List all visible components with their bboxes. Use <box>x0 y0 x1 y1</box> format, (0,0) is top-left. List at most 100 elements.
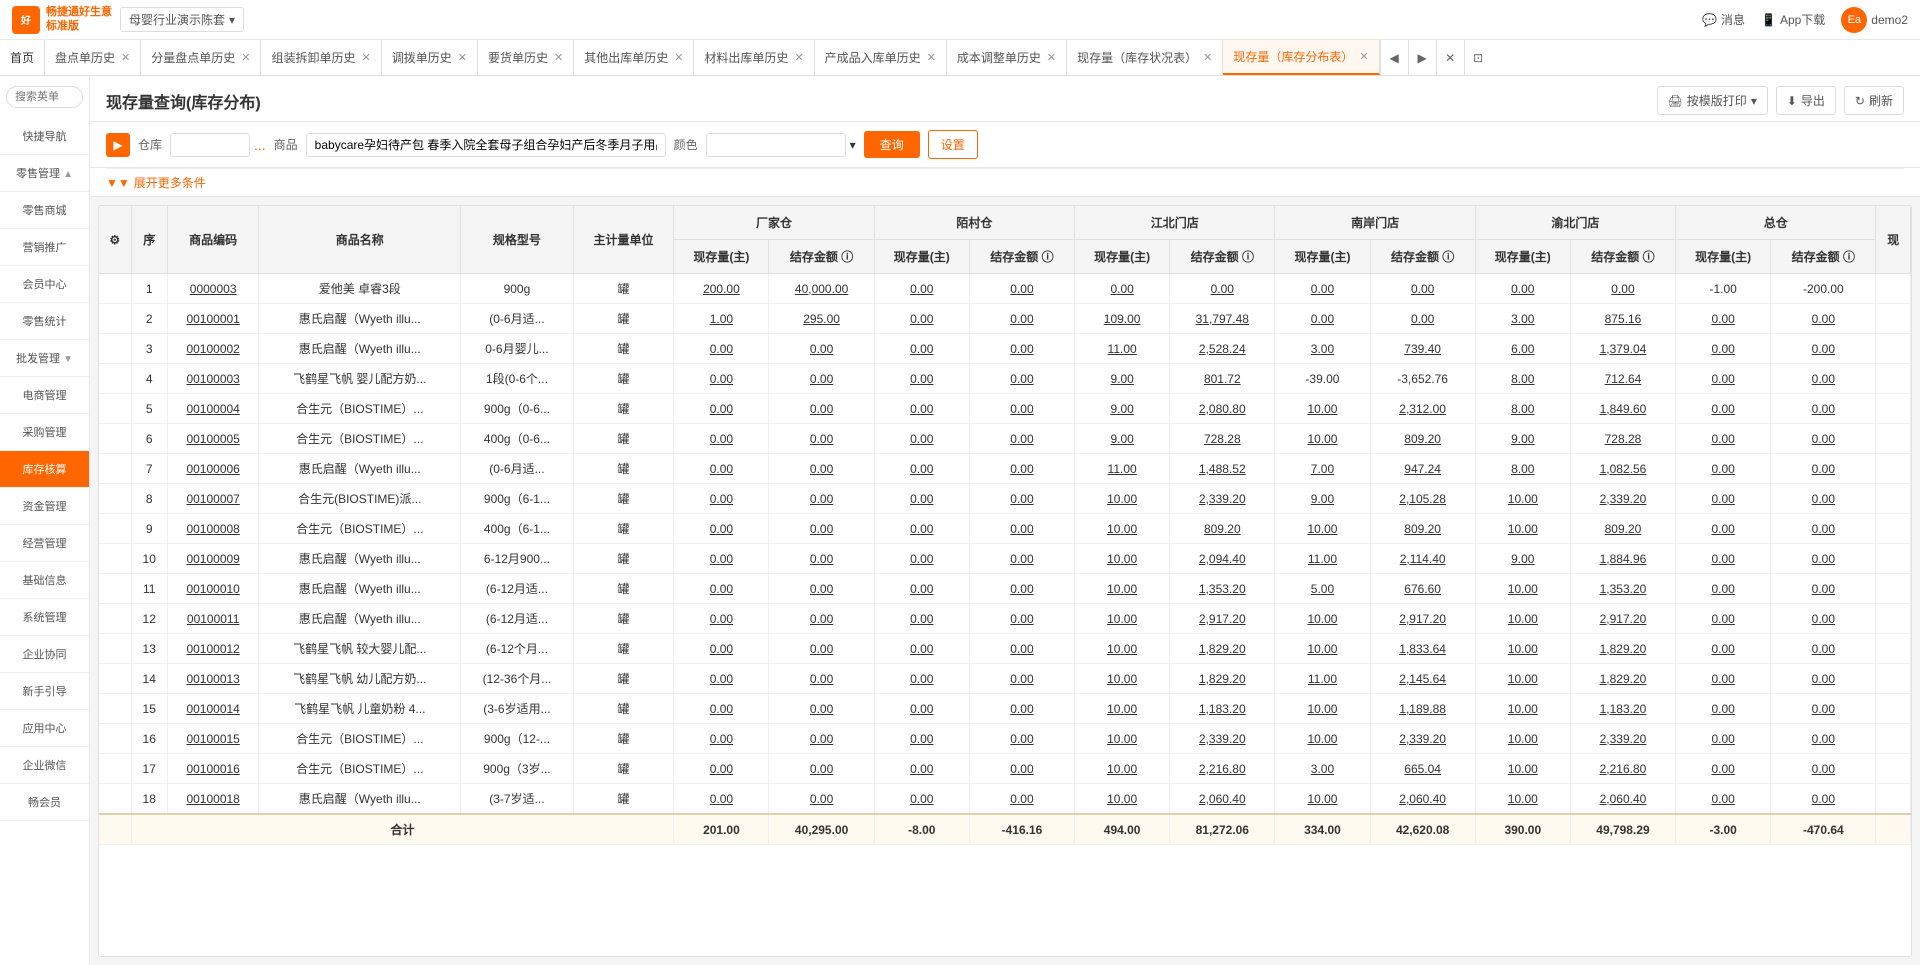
table-cell-value[interactable]: 0.00 <box>969 334 1074 364</box>
table-cell[interactable]: 00100003 <box>167 364 259 394</box>
sidebar-item-marketing[interactable]: 营销推广 <box>0 229 89 266</box>
table-cell-value[interactable]: 0.00 <box>874 454 969 484</box>
sidebar-item-retail-stats[interactable]: 零售统计 <box>0 303 89 340</box>
table-cell-value[interactable]: 0.00 <box>769 334 874 364</box>
search-btn[interactable]: 查询 <box>864 131 920 158</box>
table-cell-value[interactable]: 0.00 <box>674 514 769 544</box>
tab-prev-btn[interactable]: ◀ <box>1380 40 1408 75</box>
table-cell-value[interactable]: 0.00 <box>1676 604 1771 634</box>
table-cell-value[interactable]: 0.00 <box>769 604 874 634</box>
table-cell-value[interactable]: 0.00 <box>874 514 969 544</box>
table-cell[interactable]: 00100002 <box>167 334 259 364</box>
print-btn[interactable]: 🖨 按模版打印 ▾ <box>1657 86 1768 115</box>
table-cell-value[interactable]: 0.00 <box>969 634 1074 664</box>
table-cell-value[interactable]: 2,060.40 <box>1170 784 1275 815</box>
table-cell-value[interactable]: 0.00 <box>1075 274 1170 304</box>
tab-close-icon[interactable]: ✕ <box>927 51 936 64</box>
table-cell-value[interactable]: 1,829.20 <box>1170 664 1275 694</box>
table-cell-value[interactable]: 10.00 <box>1075 664 1170 694</box>
table-cell-value[interactable]: 0.00 <box>969 694 1074 724</box>
table-cell-value[interactable]: 0.00 <box>769 424 874 454</box>
table-cell-value[interactable]: 1,189.88 <box>1370 694 1475 724</box>
table-cell-value[interactable]: 10.00 <box>1075 634 1170 664</box>
table-cell-value[interactable]: 31,797.48 <box>1170 304 1275 334</box>
sidebar-item-ecommerce[interactable]: 电商管理 <box>0 377 89 414</box>
table-cell-value[interactable]: 0.00 <box>1771 304 1876 334</box>
table-cell-value[interactable]: 0.00 <box>874 784 969 815</box>
table-cell-value[interactable]: 0.00 <box>969 784 1074 815</box>
expand-conditions[interactable]: ▼▼ 展开更多条件 <box>106 168 1904 196</box>
table-cell-value[interactable]: 8.00 <box>1475 364 1570 394</box>
table-cell-value[interactable]: 0.00 <box>1771 544 1876 574</box>
table-cell-value[interactable]: 0.00 <box>1570 274 1675 304</box>
table-cell[interactable]: 00100011 <box>167 604 259 634</box>
col-settings-header[interactable]: ⚙ <box>99 206 131 274</box>
table-cell-value[interactable]: 2,917.20 <box>1370 604 1475 634</box>
export-btn[interactable]: ⬇ 导出 <box>1776 86 1836 115</box>
table-cell[interactable]: 00100013 <box>167 664 259 694</box>
table-cell-value[interactable]: 0.00 <box>969 664 1074 694</box>
table-cell-value[interactable]: 0.00 <box>769 454 874 484</box>
table-cell-value[interactable]: 2,145.64 <box>1370 664 1475 694</box>
table-cell-value[interactable]: 0.00 <box>674 394 769 424</box>
table-cell-value[interactable]: 0.00 <box>1771 424 1876 454</box>
table-cell-value[interactable]: 10.00 <box>1275 724 1370 754</box>
table-cell-value[interactable]: 665.04 <box>1370 754 1475 784</box>
table-cell-value[interactable]: 2,917.20 <box>1170 604 1275 634</box>
table-cell[interactable]: 00100001 <box>167 304 259 334</box>
table-cell-value[interactable]: 0.00 <box>674 574 769 604</box>
table-cell-value[interactable]: 2,060.40 <box>1570 784 1675 815</box>
table-cell-value[interactable]: 2,339.20 <box>1570 484 1675 514</box>
tab-combine[interactable]: 组装拆卸单历史 ✕ <box>261 40 381 75</box>
table-cell-value[interactable]: 0.00 <box>874 334 969 364</box>
sidebar-item-stock[interactable]: 库存核算 <box>0 451 89 488</box>
table-cell-value[interactable]: 1,833.64 <box>1370 634 1475 664</box>
table-cell-value[interactable]: 0.00 <box>674 784 769 815</box>
table-cell-value[interactable]: 0.00 <box>674 694 769 724</box>
table-cell-value[interactable]: 40,000.00 <box>769 274 874 304</box>
table-cell-value[interactable]: 0.00 <box>969 454 1074 484</box>
table-cell[interactable]: 00100006 <box>167 454 259 484</box>
table-cell-value[interactable]: 10.00 <box>1275 424 1370 454</box>
sidebar-item-base-info[interactable]: 基础信息 <box>0 562 89 599</box>
table-cell-value[interactable]: 10.00 <box>1075 604 1170 634</box>
table-cell-value[interactable]: 0.00 <box>1170 274 1275 304</box>
table-cell[interactable]: 00100015 <box>167 724 259 754</box>
table-cell-value[interactable]: 2,339.20 <box>1370 724 1475 754</box>
table-cell-value[interactable]: 0.00 <box>674 604 769 634</box>
table-cell-value[interactable]: 1,829.20 <box>1570 634 1675 664</box>
sidebar-item-wholesale[interactable]: 批发管理 ▼ <box>0 340 89 377</box>
table-cell-value[interactable]: 2,339.20 <box>1170 484 1275 514</box>
sidebar-item-retail-mall[interactable]: 零售商城 <box>0 192 89 229</box>
table-cell-value[interactable]: 0.00 <box>769 484 874 514</box>
table-cell-value[interactable]: 0.00 <box>874 754 969 784</box>
table-cell-value[interactable]: 0.00 <box>969 364 1074 394</box>
table-cell-value[interactable]: 0.00 <box>969 424 1074 454</box>
table-cell[interactable]: 00100007 <box>167 484 259 514</box>
table-cell-value[interactable]: 10.00 <box>1275 784 1370 815</box>
table-cell-value[interactable]: 10.00 <box>1275 634 1370 664</box>
table-cell-value[interactable]: 0.00 <box>874 574 969 604</box>
table-cell-value[interactable]: 9.00 <box>1075 364 1170 394</box>
table-cell-value[interactable]: 10.00 <box>1275 694 1370 724</box>
warehouse-ellipsis[interactable]: ... <box>254 137 266 153</box>
table-cell-value[interactable]: 0.00 <box>1771 634 1876 664</box>
table-cell-value[interactable]: 0.00 <box>874 274 969 304</box>
sidebar-item-enterprise-wechat[interactable]: 企业微信 <box>0 747 89 784</box>
table-cell-value[interactable]: 0.00 <box>1771 694 1876 724</box>
table-cell[interactable]: 00100012 <box>167 634 259 664</box>
table-cell-value[interactable]: 10.00 <box>1075 754 1170 784</box>
table-cell-value[interactable]: 0.00 <box>674 454 769 484</box>
setting-btn[interactable]: 设置 <box>928 130 978 159</box>
tab-inv-part[interactable]: 分量盘点单历史 ✕ <box>141 40 261 75</box>
table-cell-value[interactable]: 11.00 <box>1075 454 1170 484</box>
table-cell-value[interactable]: 295.00 <box>769 304 874 334</box>
table-cell-value[interactable]: 0.00 <box>1275 304 1370 334</box>
table-cell-value[interactable]: 0.00 <box>1771 604 1876 634</box>
table-cell-value[interactable]: 2,917.20 <box>1570 604 1675 634</box>
table-cell[interactable]: 00100008 <box>167 514 259 544</box>
table-cell-value[interactable]: 739.40 <box>1370 334 1475 364</box>
tab-material-out[interactable]: 材料出库单历史 ✕ <box>694 40 814 75</box>
table-cell-value[interactable]: 9.00 <box>1475 544 1570 574</box>
table-cell-value[interactable]: 0.00 <box>1676 484 1771 514</box>
